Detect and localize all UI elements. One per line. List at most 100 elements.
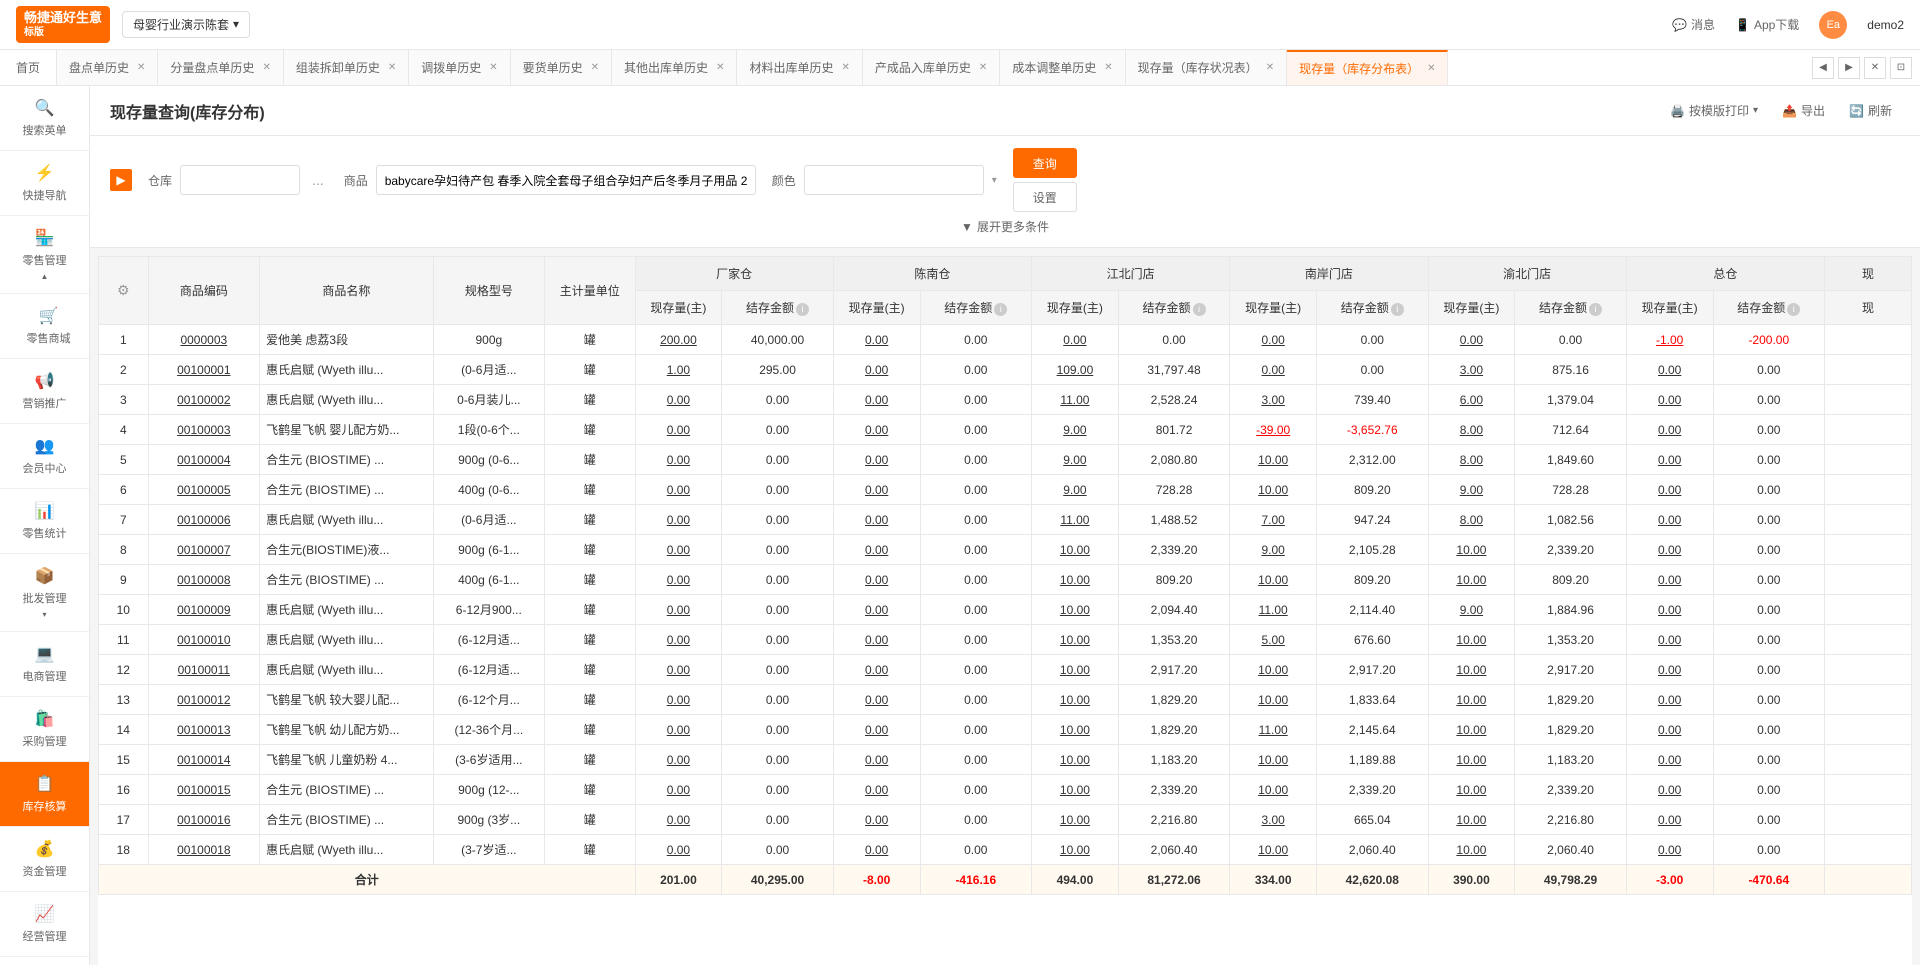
product-input[interactable]	[376, 165, 756, 195]
cell-total-qty[interactable]: 0.00	[1626, 685, 1713, 715]
cell-nanao-qty[interactable]: 11.00	[1230, 595, 1317, 625]
gear-icon[interactable]: ⚙	[117, 282, 130, 299]
cell-chennan-qty[interactable]: 0.00	[833, 835, 920, 865]
sidebar-item-retail[interactable]: 🏪 零售管理 ▲	[0, 216, 89, 294]
tab-chengben[interactable]: 成本调整单历史 ✕	[1000, 50, 1125, 86]
sidebar-item-stat[interactable]: 📊 零售统计	[0, 489, 89, 554]
cell-chennan-qty[interactable]: 0.00	[833, 685, 920, 715]
cell-chennan-qty[interactable]: 0.00	[833, 505, 920, 535]
cell-nanao-qty[interactable]: 10.00	[1230, 775, 1317, 805]
cell-yubeibei-qty[interactable]: 10.00	[1428, 655, 1515, 685]
cell-yubeibei-qty[interactable]: 10.00	[1428, 835, 1515, 865]
cell-nanao-qty[interactable]: 3.00	[1230, 385, 1317, 415]
cell-total-qty[interactable]: -1.00	[1626, 325, 1713, 355]
cell-total-qty[interactable]: 0.00	[1626, 835, 1713, 865]
sidebar-item-finance[interactable]: 💰 资金管理	[0, 827, 89, 892]
tab-home[interactable]: 首页	[0, 50, 57, 86]
cell-factory-qty[interactable]: 0.00	[635, 505, 722, 535]
cell-yubeibei-qty[interactable]: 10.00	[1428, 745, 1515, 775]
cell-factory-qty[interactable]: 0.00	[635, 535, 722, 565]
sidebar-item-ecom[interactable]: 💻 电商管理	[0, 632, 89, 697]
cell-jiangbei-qty[interactable]: 10.00	[1032, 685, 1119, 715]
cell-nanao-qty[interactable]: 11.00	[1230, 715, 1317, 745]
cell-nanao-qty[interactable]: 10.00	[1230, 475, 1317, 505]
cell-total-qty[interactable]: 0.00	[1626, 625, 1713, 655]
refresh-btn[interactable]: 🔄 刷新	[1841, 98, 1900, 123]
yubeibei-amt-info[interactable]: i	[1589, 303, 1602, 316]
cell-yubeibei-qty[interactable]: 10.00	[1428, 625, 1515, 655]
cell-code[interactable]: 00100005	[148, 475, 260, 505]
sidebar-item-mgmt[interactable]: 📈 经营管理	[0, 892, 89, 957]
tabs-next-btn[interactable]: ▶	[1838, 57, 1860, 79]
cell-chennan-qty[interactable]: 0.00	[833, 475, 920, 505]
cell-code[interactable]: 00100009	[148, 595, 260, 625]
cell-yubeibei-qty[interactable]: 10.00	[1428, 805, 1515, 835]
cell-yubeibei-qty[interactable]: 10.00	[1428, 565, 1515, 595]
expand-more[interactable]: ▼ 展开更多条件	[110, 212, 1900, 235]
cell-chennan-qty[interactable]: 0.00	[833, 625, 920, 655]
cell-jiangbei-qty[interactable]: 10.00	[1032, 745, 1119, 775]
nanao-amt-info[interactable]: i	[1391, 303, 1404, 316]
cell-nanao-qty[interactable]: 9.00	[1230, 535, 1317, 565]
cell-factory-qty[interactable]: 0.00	[635, 775, 722, 805]
cell-code[interactable]: 00100004	[148, 445, 260, 475]
cell-yubeibei-qty[interactable]: 10.00	[1428, 535, 1515, 565]
cell-code[interactable]: 00100001	[148, 355, 260, 385]
cell-factory-qty[interactable]: 0.00	[635, 655, 722, 685]
cell-jiangbei-qty[interactable]: 10.00	[1032, 775, 1119, 805]
cell-yubeibei-qty[interactable]: 8.00	[1428, 445, 1515, 475]
cell-jiangbei-qty[interactable]: 10.00	[1032, 595, 1119, 625]
cell-total-qty[interactable]: 0.00	[1626, 505, 1713, 535]
cell-yubeibei-qty[interactable]: 10.00	[1428, 715, 1515, 745]
cell-chennan-qty[interactable]: 0.00	[833, 385, 920, 415]
tab-cailiao-close[interactable]: ✕	[841, 62, 849, 73]
cell-chennan-qty[interactable]: 0.00	[833, 745, 920, 775]
cell-chennan-qty[interactable]: 0.00	[833, 355, 920, 385]
cell-jiangbei-qty[interactable]: 10.00	[1032, 835, 1119, 865]
app-download-action[interactable]: 📱 App下载	[1735, 16, 1799, 33]
tab-qitachu[interactable]: 其他出库单历史 ✕	[612, 50, 737, 86]
color-input[interactable]	[804, 165, 984, 195]
cell-total-qty[interactable]: 0.00	[1626, 475, 1713, 505]
cell-nanao-qty[interactable]: 10.00	[1230, 565, 1317, 595]
cell-code[interactable]: 00100016	[148, 805, 260, 835]
cell-yubeibei-qty[interactable]: 8.00	[1428, 415, 1515, 445]
factory-amt-info[interactable]: i	[796, 303, 809, 316]
tab-cailiao[interactable]: 材料出库单历史 ✕	[737, 50, 862, 86]
cell-nanao-qty[interactable]: 0.00	[1230, 325, 1317, 355]
cell-chennan-qty[interactable]: 0.00	[833, 565, 920, 595]
cell-code[interactable]: 00100012	[148, 685, 260, 715]
setting-button[interactable]: 设置	[1013, 182, 1077, 212]
cell-jiangbei-qty[interactable]: 10.00	[1032, 565, 1119, 595]
cell-jiangbei-qty[interactable]: 11.00	[1032, 385, 1119, 415]
collapse-btn[interactable]: ▶	[110, 169, 132, 191]
cell-jiangbei-qty[interactable]: 9.00	[1032, 415, 1119, 445]
cell-jiangbei-qty[interactable]: 109.00	[1032, 355, 1119, 385]
cell-factory-qty[interactable]: 0.00	[635, 475, 722, 505]
cell-factory-qty[interactable]: 0.00	[635, 445, 722, 475]
sidebar-item-purchase[interactable]: 🛍️ 采购管理	[0, 697, 89, 762]
tab-fenliang[interactable]: 分量盘点单历史 ✕	[158, 50, 283, 86]
cell-nanao-qty[interactable]: 10.00	[1230, 835, 1317, 865]
tabs-prev-btn[interactable]: ◀	[1812, 57, 1834, 79]
sidebar-item-search[interactable]: 🔍 搜索英单	[0, 86, 89, 151]
cell-chennan-qty[interactable]: 0.00	[833, 775, 920, 805]
sidebar-item-basic[interactable]: ℹ️ 基础信息	[0, 957, 89, 965]
cell-jiangbei-qty[interactable]: 10.00	[1032, 715, 1119, 745]
warehouse-ellipsis[interactable]: ...	[308, 172, 328, 188]
tabs-expand-btn[interactable]: ⊡	[1890, 57, 1912, 79]
cell-yubeibei-qty[interactable]: 10.00	[1428, 775, 1515, 805]
cell-jiangbei-qty[interactable]: 0.00	[1032, 325, 1119, 355]
cell-factory-qty[interactable]: 0.00	[635, 715, 722, 745]
chennan-amt-info[interactable]: i	[994, 303, 1007, 316]
cell-code[interactable]: 00100015	[148, 775, 260, 805]
cell-chennan-qty[interactable]: 0.00	[833, 595, 920, 625]
sidebar-item-wholesale[interactable]: 📦 批发管理 ▾	[0, 554, 89, 632]
cell-total-qty[interactable]: 0.00	[1626, 355, 1713, 385]
cell-jiangbei-qty[interactable]: 10.00	[1032, 805, 1119, 835]
cell-yubeibei-qty[interactable]: 3.00	[1428, 355, 1515, 385]
cell-factory-qty[interactable]: 0.00	[635, 625, 722, 655]
cell-factory-qty[interactable]: 1.00	[635, 355, 722, 385]
sidebar-item-member[interactable]: 👥 会员中心	[0, 424, 89, 489]
avatar[interactable]: Ea	[1819, 11, 1847, 39]
